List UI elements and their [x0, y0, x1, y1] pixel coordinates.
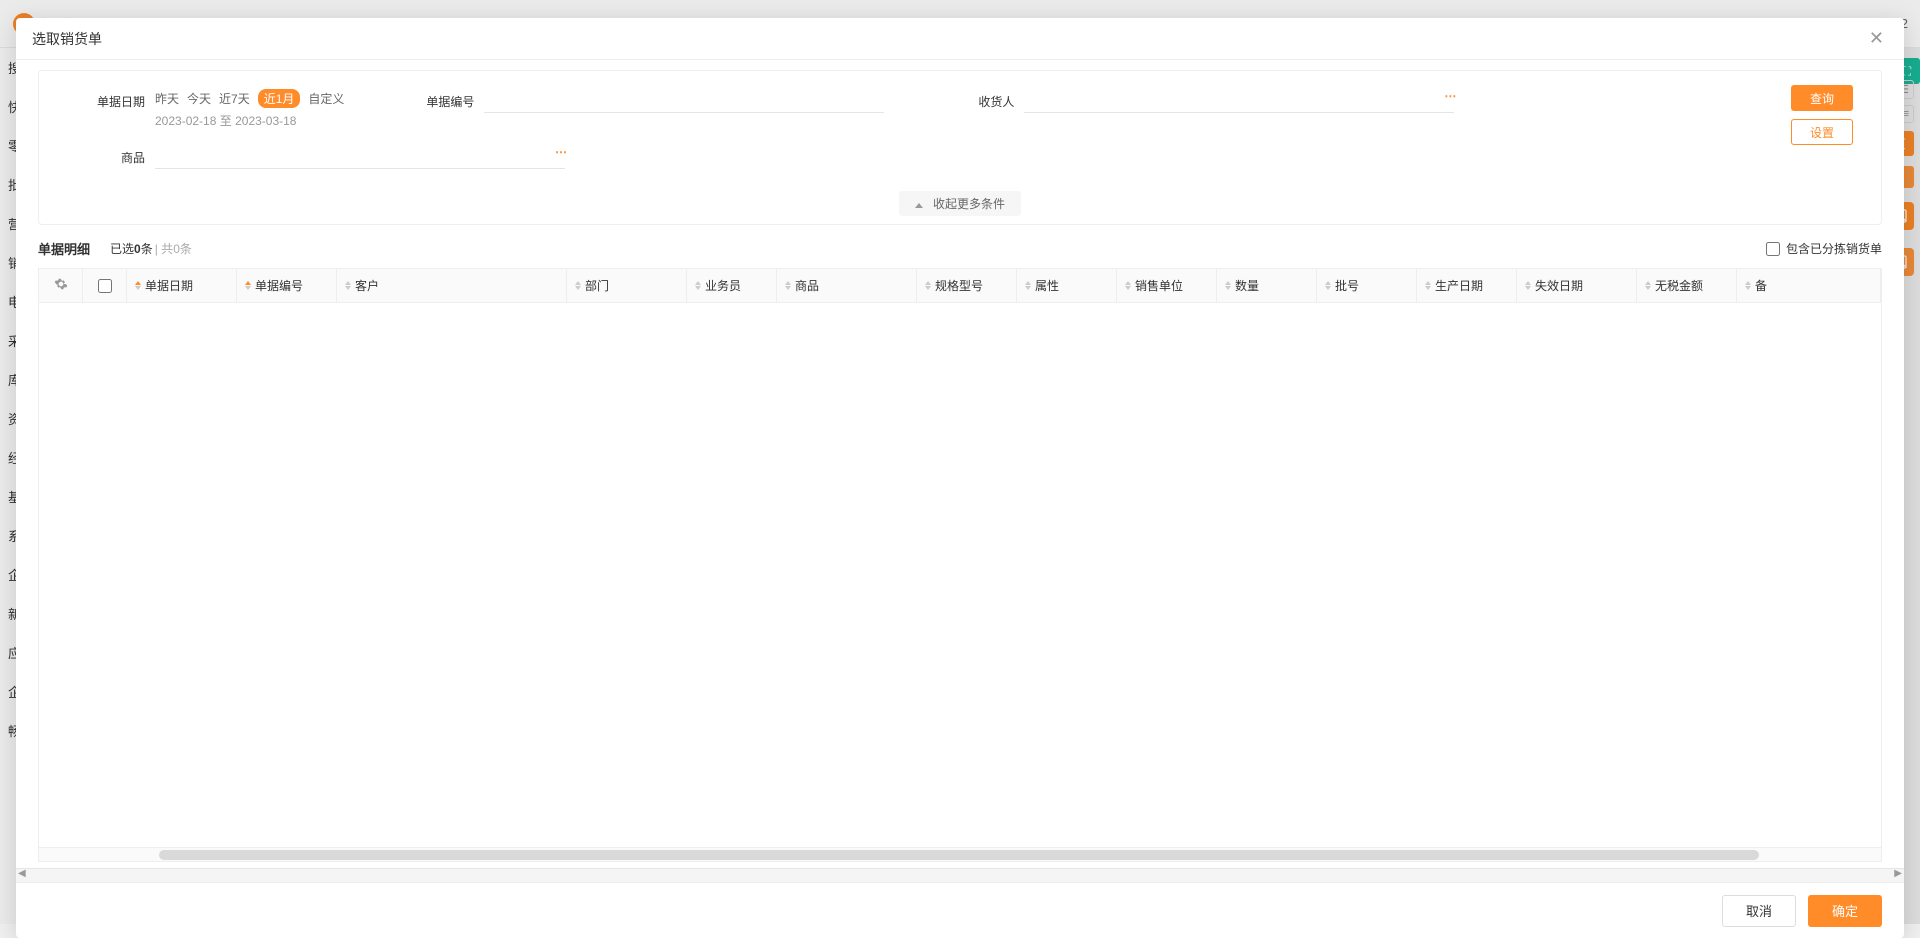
sort-icon: [1645, 281, 1651, 290]
col-dept[interactable]: 部门: [567, 269, 687, 302]
sort-icon: [1225, 281, 1231, 290]
sort-icon: [245, 281, 251, 290]
col-remark[interactable]: 备: [1737, 269, 1881, 302]
include-dispatched-input[interactable]: [1766, 242, 1780, 256]
product-more-icon[interactable]: ⋯: [555, 145, 568, 159]
sort-icon: [925, 281, 931, 290]
col-prod-date[interactable]: 生产日期: [1417, 269, 1517, 302]
close-icon[interactable]: ✕: [1865, 24, 1888, 53]
modal-backdrop: 选取销货单 ✕ 单据日期 昨天 今天 近7天 近1月 自定: [0, 0, 1920, 924]
date-range-text: 2023-02-18 至 2023-03-18: [155, 112, 344, 129]
preset-yesterday[interactable]: 昨天: [155, 90, 179, 107]
select-order-modal: 选取销货单 ✕ 单据日期 昨天 今天 近7天 近1月 自定: [16, 18, 1904, 938]
filter-date: 单据日期 昨天 今天 近7天 近1月 自定义 2023-02-18: [75, 89, 344, 129]
sort-icon: [345, 281, 351, 290]
sort-icon: [1745, 281, 1751, 290]
sort-icon: [135, 281, 141, 290]
col-date[interactable]: 单据日期: [127, 269, 237, 302]
sort-icon: [1025, 281, 1031, 290]
orders-table: 单据日期 单据编号 客户 部门 业务员 商品 规格型号 属性 销售单位 数量 批…: [38, 268, 1882, 862]
collapse-label: 收起更多条件: [933, 195, 1005, 212]
selected-count: 已选0条: [110, 240, 153, 257]
modal-body: 单据日期 昨天 今天 近7天 近1月 自定义 2023-02-18: [16, 60, 1904, 882]
tab-detail[interactable]: 单据明细: [38, 239, 90, 258]
filter-code-label: 单据编号: [404, 89, 474, 110]
settings-button[interactable]: 设置: [1791, 119, 1853, 145]
include-dispatched-label: 包含已分拣销货单: [1786, 240, 1882, 257]
chevron-up-icon: [915, 197, 927, 211]
receiver-input[interactable]: [1024, 89, 1454, 113]
filter-panel: 单据日期 昨天 今天 近7天 近1月 自定义 2023-02-18: [38, 70, 1882, 225]
filter-date-label: 单据日期: [75, 89, 145, 110]
receiver-more-icon[interactable]: ⋯: [1444, 89, 1457, 103]
filter-actions: 查询 设置: [1791, 85, 1853, 145]
include-dispatched-checkbox[interactable]: 包含已分拣销货单: [1766, 240, 1882, 257]
col-code[interactable]: 单据编号: [237, 269, 337, 302]
col-salesperson[interactable]: 业务员: [687, 269, 777, 302]
col-attr[interactable]: 属性: [1017, 269, 1117, 302]
filter-receiver-label: 收货人: [944, 89, 1014, 110]
modal-footer: 取消 确定: [16, 882, 1904, 938]
tabs-row: 单据明细 已选0条 | 共0条 包含已分拣销货单: [38, 239, 1882, 258]
preset-last7[interactable]: 近7天: [219, 90, 250, 107]
confirm-button[interactable]: 确定: [1808, 895, 1882, 927]
modal-title: 选取销货单: [32, 29, 102, 49]
total-count: | 共0条: [155, 240, 192, 257]
col-amount-excl-tax[interactable]: 无税金额: [1637, 269, 1737, 302]
col-customer[interactable]: 客户: [337, 269, 567, 302]
col-expire-date[interactable]: 失效日期: [1517, 269, 1637, 302]
sort-icon: [575, 281, 581, 290]
sort-icon: [1325, 281, 1331, 290]
filter-receiver: 收货人 ⋯: [944, 89, 1457, 113]
col-spec[interactable]: 规格型号: [917, 269, 1017, 302]
modal-hscrollbar[interactable]: [16, 868, 1904, 882]
select-all-cell[interactable]: [83, 269, 127, 302]
sort-icon: [695, 281, 701, 290]
sort-icon: [1425, 281, 1431, 290]
hscroll-thumb[interactable]: [159, 850, 1759, 860]
modal-header: 选取销货单 ✕: [16, 18, 1904, 60]
col-sale-unit[interactable]: 销售单位: [1117, 269, 1217, 302]
code-input[interactable]: [484, 89, 884, 113]
table-header: 单据日期 单据编号 客户 部门 业务员 商品 规格型号 属性 销售单位 数量 批…: [39, 269, 1881, 303]
cancel-button[interactable]: 取消: [1722, 895, 1796, 927]
gear-icon: [54, 277, 68, 294]
filter-product-label: 商品: [75, 145, 145, 166]
sort-icon: [785, 281, 791, 290]
filter-product: 商品 ⋯: [75, 145, 568, 169]
column-settings[interactable]: [39, 269, 83, 302]
product-input[interactable]: [155, 145, 565, 169]
sort-icon: [1525, 281, 1531, 290]
preset-today[interactable]: 今天: [187, 90, 211, 107]
table-body-empty: [39, 303, 1881, 847]
table-hscrollbar[interactable]: [39, 847, 1881, 861]
filter-code: 单据编号: [404, 89, 884, 113]
select-all-checkbox[interactable]: [98, 279, 112, 293]
preset-custom[interactable]: 自定义: [308, 90, 344, 107]
query-button[interactable]: 查询: [1791, 85, 1853, 111]
preset-last1m[interactable]: 近1月: [258, 89, 301, 108]
col-qty[interactable]: 数量: [1217, 269, 1317, 302]
sort-icon: [1125, 281, 1131, 290]
col-batch[interactable]: 批号: [1317, 269, 1417, 302]
col-product[interactable]: 商品: [777, 269, 917, 302]
collapse-filters-button[interactable]: 收起更多条件: [899, 191, 1021, 216]
